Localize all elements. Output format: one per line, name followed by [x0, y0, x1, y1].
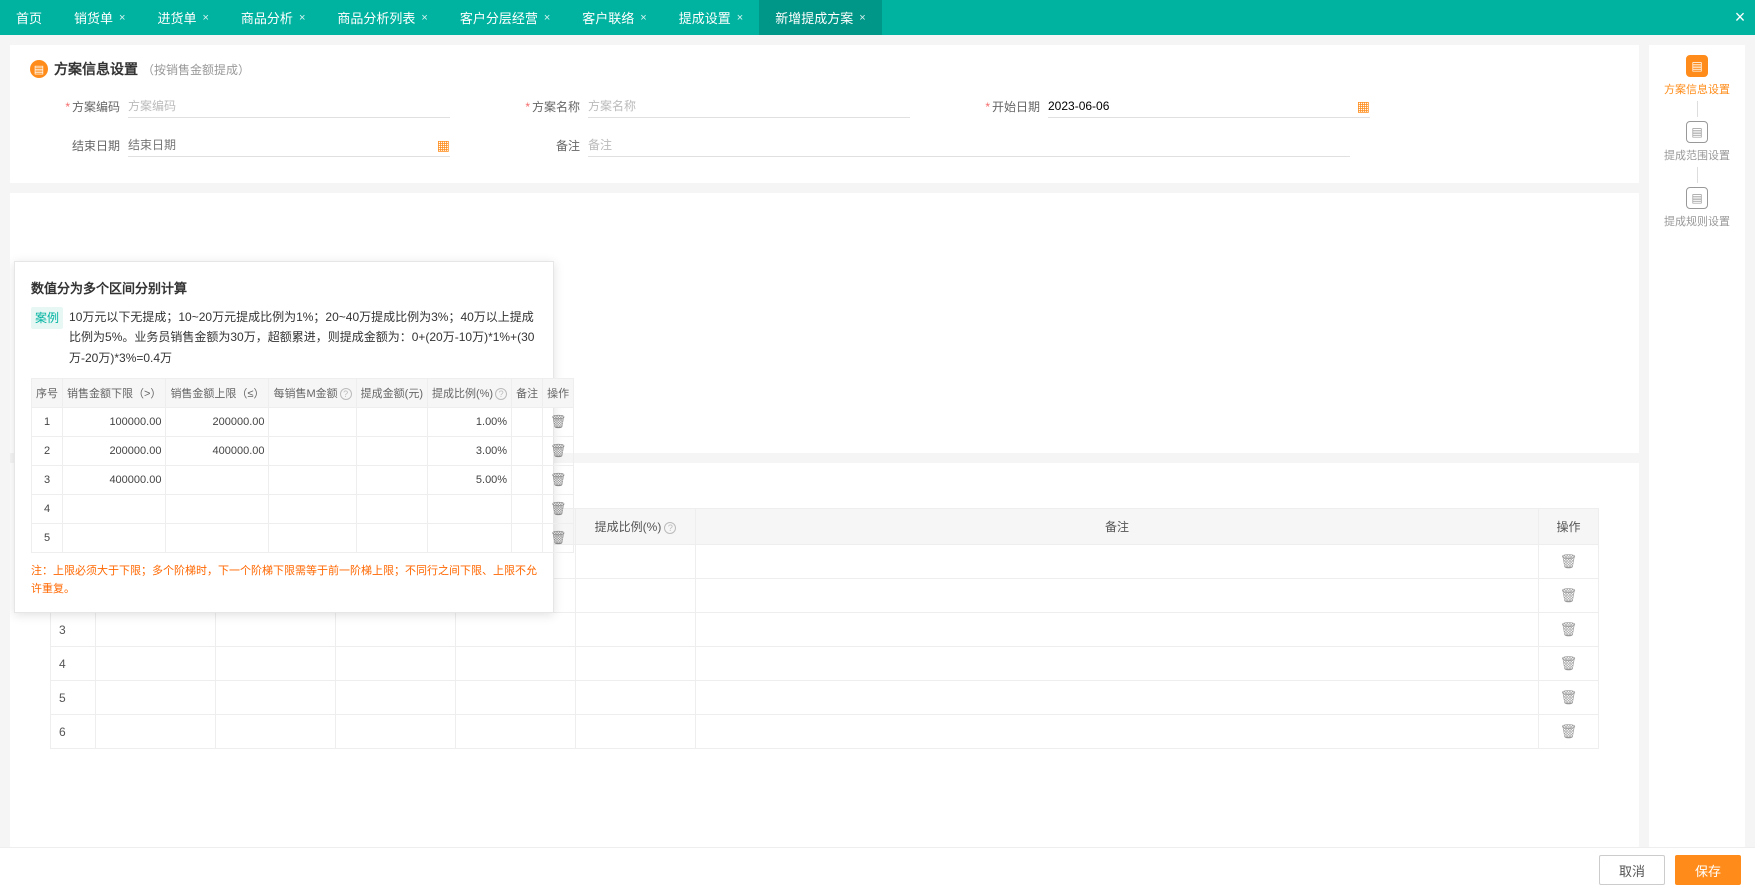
delete-icon[interactable]: 🗑 — [1560, 553, 1578, 569]
close-icon[interactable]: × — [544, 12, 550, 24]
table-row[interactable]: 3🗑 — [51, 613, 1599, 647]
top-tabbar: 首页 销货单× 进货单× 商品分析× 商品分析列表× 客户分层经营× 客户联络×… — [0, 0, 1755, 35]
close-icon[interactable]: × — [299, 12, 305, 24]
tab-product-analysis[interactable]: 商品分析× — [225, 0, 321, 35]
remark-label: 备注 — [510, 137, 580, 154]
interval-excess-help-popover: 数值分为多个区间分别计算 案例 10万元以下无提成；10~20万元提成比例为1%… — [14, 261, 554, 613]
plan-code-label: *方案编码 — [50, 98, 120, 115]
calendar-icon[interactable]: ▦ — [437, 137, 450, 154]
plan-info-panel: ▤ 方案信息设置 （按销售金额提成） *方案编码 *方案名称 *开始日期 — [10, 45, 1639, 183]
example-text: 10万元以下无提成；10~20万元提成比例为1%；20~40万提成比例为3%；4… — [69, 307, 537, 368]
calendar-icon[interactable]: ▦ — [1357, 98, 1370, 115]
col-action: 操作 — [1539, 509, 1599, 545]
tab-home[interactable]: 首页 — [0, 0, 58, 35]
table-row[interactable]: 6🗑 — [51, 715, 1599, 749]
delete-icon[interactable]: 🗑 — [550, 472, 567, 487]
anchor-plan-info[interactable]: ▤ 方案信息设置 — [1664, 55, 1730, 97]
tab-new-commission-plan[interactable]: 新增提成方案× — [759, 0, 881, 35]
delete-icon[interactable]: 🗑 — [1560, 689, 1578, 705]
plan-code-input[interactable] — [128, 95, 450, 118]
col-ratio: 提成比例(%)? — [576, 509, 696, 545]
tab-sales-order[interactable]: 销货单× — [58, 0, 141, 35]
anchor-range-settings[interactable]: ▤ 提成范围设置 — [1664, 121, 1730, 163]
table-row[interactable]: 4🗑 — [51, 647, 1599, 681]
delete-icon[interactable]: 🗑 — [1560, 621, 1578, 637]
end-date-label: 结束日期 — [50, 137, 120, 154]
close-icon[interactable]: × — [859, 12, 865, 24]
plan-name-label: *方案名称 — [510, 98, 580, 115]
delete-icon[interactable]: 🗑 — [550, 530, 567, 545]
close-icon[interactable]: × — [119, 12, 125, 24]
page-footer: 取消 保存 — [0, 847, 1755, 892]
close-icon[interactable]: × — [421, 12, 427, 24]
delete-icon[interactable]: 🗑 — [1560, 587, 1578, 603]
tab-purchase-order[interactable]: 进货单× — [141, 0, 224, 35]
panel-title: ▤ 方案信息设置 （按销售金额提成） — [30, 59, 1619, 79]
panel-badge-icon: ▤ — [30, 60, 48, 78]
col-remark: 备注 — [696, 509, 1539, 545]
example-tag: 案例 — [31, 307, 63, 329]
tab-customer-contact[interactable]: 客户联络× — [566, 0, 662, 35]
delete-icon[interactable]: 🗑 — [550, 414, 567, 429]
delete-icon[interactable]: 🗑 — [1560, 655, 1578, 671]
plan-name-input[interactable] — [588, 95, 910, 118]
tab-customer-tier[interactable]: 客户分层经营× — [444, 0, 566, 35]
tab-commission-settings[interactable]: 提成设置× — [663, 0, 759, 35]
tab-product-analysis-list[interactable]: 商品分析列表× — [321, 0, 443, 35]
table-row[interactable]: 5🗑 — [51, 681, 1599, 715]
cancel-button[interactable]: 取消 — [1599, 855, 1665, 885]
delete-icon[interactable]: 🗑 — [1560, 723, 1578, 739]
help-icon: ? — [495, 388, 507, 400]
close-icon[interactable]: × — [737, 12, 743, 24]
help-icon: ? — [340, 388, 352, 400]
delete-icon[interactable]: 🗑 — [550, 443, 567, 458]
anchor-rule-settings[interactable]: ▤ 提成规则设置 — [1664, 187, 1730, 229]
close-icon[interactable]: × — [640, 12, 646, 24]
document-icon: ▤ — [1686, 121, 1708, 143]
remark-input[interactable] — [588, 134, 1350, 157]
popover-title: 数值分为多个区间分别计算 — [31, 278, 537, 297]
close-all-icon[interactable]: × — [1725, 0, 1755, 35]
document-icon: ▤ — [1686, 187, 1708, 209]
end-date-input[interactable] — [128, 134, 437, 156]
start-date-input[interactable] — [1048, 95, 1357, 117]
document-icon: ▤ — [1686, 55, 1708, 77]
anchor-sidenav: ▤ 方案信息设置 ▤ 提成范围设置 ▤ 提成规则设置 — [1649, 45, 1745, 847]
delete-icon[interactable]: 🗑 — [550, 501, 567, 516]
popover-example-table: 序号 销售金额下限（>） 销售金额上限（≤） 每销售M金额? 提成金额(元) 提… — [31, 378, 574, 553]
help-icon[interactable]: ? — [664, 522, 676, 534]
popover-note: 注：上限必须大于下限；多个阶梯时，下一个阶梯下限需等于前一阶梯上限；不同行之间下… — [31, 563, 537, 598]
save-button[interactable]: 保存 — [1675, 855, 1741, 885]
start-date-label: *开始日期 — [970, 98, 1040, 115]
close-icon[interactable]: × — [202, 12, 208, 24]
